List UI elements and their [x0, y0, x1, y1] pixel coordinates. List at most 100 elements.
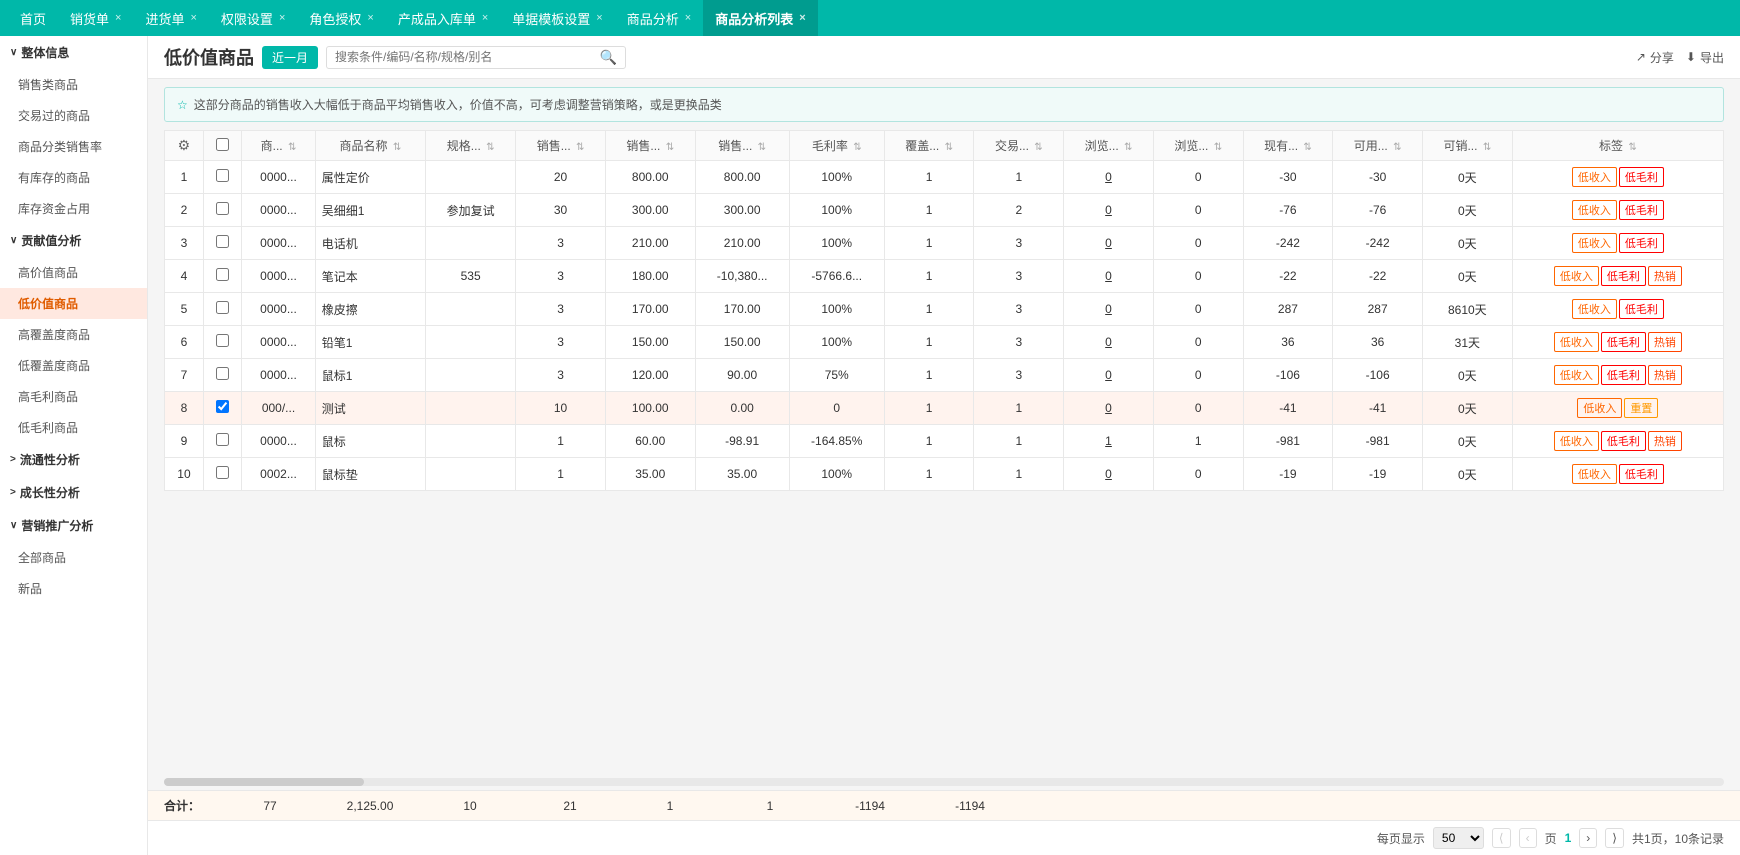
- nav-item-进货单[interactable]: 进货单×: [133, 0, 208, 36]
- nav-close-icon[interactable]: ×: [190, 12, 196, 24]
- cell-check[interactable]: [203, 194, 241, 227]
- nav-close-icon[interactable]: ×: [115, 12, 121, 24]
- page-prev-btn[interactable]: ‹: [1519, 828, 1537, 848]
- sidebar-item-高覆盖度商品[interactable]: 高覆盖度商品: [0, 319, 147, 350]
- cell-browse1[interactable]: 0: [1064, 458, 1154, 491]
- row-checkbox[interactable]: [216, 202, 229, 215]
- cell-check[interactable]: [203, 326, 241, 359]
- browse1-link[interactable]: 0: [1105, 203, 1112, 217]
- cell-check[interactable]: [203, 458, 241, 491]
- sidebar-item-交易过的商品[interactable]: 交易过的商品: [0, 100, 147, 131]
- browse1-link[interactable]: 0: [1105, 335, 1112, 349]
- sidebar-item-新品[interactable]: 新品: [0, 573, 147, 604]
- sidebar-item-全部商品[interactable]: 全部商品: [0, 542, 147, 573]
- settings-icon[interactable]: ⚙: [178, 137, 191, 153]
- table-row[interactable]: 5 0000... 橡皮擦 3 170.00 170.00 100% 1 3 0…: [165, 293, 1724, 326]
- table-row[interactable]: 3 0000... 电话机 3 210.00 210.00 100% 1 3 0…: [165, 227, 1724, 260]
- per-page-select[interactable]: 50 20 100: [1433, 827, 1484, 849]
- browse1-link[interactable]: 0: [1105, 170, 1112, 184]
- cell-browse1[interactable]: 0: [1064, 293, 1154, 326]
- page-first-btn[interactable]: ⟨: [1492, 828, 1511, 848]
- nav-close-icon[interactable]: ×: [685, 12, 691, 24]
- cell-browse1[interactable]: 0: [1064, 326, 1154, 359]
- horizontal-scrollbar[interactable]: [164, 778, 1724, 786]
- page-last-btn[interactable]: ⟩: [1605, 828, 1624, 848]
- col-settings[interactable]: ⚙: [165, 131, 204, 161]
- row-checkbox[interactable]: [216, 334, 229, 347]
- cell-check[interactable]: [203, 293, 241, 326]
- row-checkbox[interactable]: [216, 433, 229, 446]
- browse1-link[interactable]: 1: [1105, 434, 1112, 448]
- browse1-link[interactable]: 0: [1105, 467, 1112, 481]
- sidebar-item-库存资金占用[interactable]: 库存资金占用: [0, 193, 147, 224]
- nav-close-icon[interactable]: ×: [367, 12, 373, 24]
- sidebar-item-销售类商品[interactable]: 销售类商品: [0, 69, 147, 100]
- sidebar-item-低覆盖度商品[interactable]: 低覆盖度商品: [0, 350, 147, 381]
- nav-close-icon[interactable]: ×: [279, 12, 285, 24]
- cell-browse1[interactable]: 0: [1064, 227, 1154, 260]
- cell-check[interactable]: [203, 359, 241, 392]
- row-checkbox[interactable]: [216, 268, 229, 281]
- search-input[interactable]: [335, 50, 600, 64]
- table-row[interactable]: 6 0000... 铅笔1 3 150.00 150.00 100% 1 3 0…: [165, 326, 1724, 359]
- cell-browse1[interactable]: 0: [1064, 359, 1154, 392]
- search-icon[interactable]: 🔍: [600, 49, 617, 66]
- browse1-link[interactable]: 0: [1105, 236, 1112, 250]
- select-all-checkbox[interactable]: [216, 138, 229, 151]
- nav-item-首页[interactable]: 首页: [8, 0, 58, 36]
- row-checkbox[interactable]: [216, 367, 229, 380]
- cell-browse1[interactable]: 0: [1064, 260, 1154, 293]
- browse1-link[interactable]: 0: [1105, 269, 1112, 283]
- table-row[interactable]: 2 0000... 吴细细1 参加复试 30 300.00 300.00 100…: [165, 194, 1724, 227]
- cell-browse1[interactable]: 0: [1064, 392, 1154, 425]
- table-row[interactable]: 9 0000... 鼠标 1 60.00 -98.91 -164.85% 1 1…: [165, 425, 1724, 458]
- row-checkbox[interactable]: [216, 400, 229, 413]
- nav-close-icon[interactable]: ×: [482, 12, 488, 24]
- nav-item-商品分析列表[interactable]: 商品分析列表×: [703, 0, 817, 36]
- page-next-btn[interactable]: ›: [1579, 828, 1597, 848]
- nav-item-商品分析[interactable]: 商品分析×: [615, 0, 703, 36]
- nav-item-权限设置[interactable]: 权限设置×: [209, 0, 297, 36]
- nav-close-icon[interactable]: ×: [799, 12, 805, 24]
- sidebar-item-低毛利商品[interactable]: 低毛利商品: [0, 412, 147, 443]
- nav-item-角色授权[interactable]: 角色授权×: [297, 0, 385, 36]
- sidebar-group-营销推广分析[interactable]: ∨营销推广分析: [0, 509, 147, 542]
- sidebar-item-低价值商品[interactable]: 低价值商品: [0, 288, 147, 319]
- sidebar-item-商品分类销售率[interactable]: 商品分类销售率: [0, 131, 147, 162]
- sidebar-group-流通性分析[interactable]: >流通性分析: [0, 443, 147, 476]
- cell-browse1[interactable]: 0: [1064, 161, 1154, 194]
- sidebar-group-贡献值分析[interactable]: ∨贡献值分析: [0, 224, 147, 257]
- sidebar-item-有库存的商品[interactable]: 有库存的商品: [0, 162, 147, 193]
- cell-browse1[interactable]: 0: [1064, 194, 1154, 227]
- nav-close-icon[interactable]: ×: [596, 12, 602, 24]
- filter-recent-btn[interactable]: 近一月: [262, 46, 318, 69]
- table-row[interactable]: 10 0002... 鼠标垫 1 35.00 35.00 100% 1 1 0 …: [165, 458, 1724, 491]
- browse1-link[interactable]: 0: [1105, 401, 1112, 415]
- cell-check[interactable]: [203, 392, 241, 425]
- share-button[interactable]: ↗ 分享: [1636, 49, 1674, 66]
- row-checkbox[interactable]: [216, 169, 229, 182]
- cell-check[interactable]: [203, 425, 241, 458]
- sidebar-item-高价值商品[interactable]: 高价值商品: [0, 257, 147, 288]
- browse1-link[interactable]: 0: [1105, 302, 1112, 316]
- row-checkbox[interactable]: [216, 466, 229, 479]
- table-row[interactable]: 1 0000... 属性定价 20 800.00 800.00 100% 1 1…: [165, 161, 1724, 194]
- browse1-link[interactable]: 0: [1105, 368, 1112, 382]
- nav-item-产成品入库单[interactable]: 产成品入库单×: [386, 0, 500, 36]
- table-row[interactable]: 7 0000... 鼠标1 3 120.00 90.00 75% 1 3 0 0…: [165, 359, 1724, 392]
- cell-check[interactable]: [203, 161, 241, 194]
- scrollbar-thumb[interactable]: [164, 778, 364, 786]
- row-checkbox[interactable]: [216, 301, 229, 314]
- cell-check[interactable]: [203, 227, 241, 260]
- sidebar-group-整体信息[interactable]: ∨整体信息: [0, 36, 147, 69]
- nav-item-销货单[interactable]: 销货单×: [58, 0, 133, 36]
- table-row[interactable]: 8 000/... 测试 10 100.00 0.00 0 1 1 0 0 -4…: [165, 392, 1724, 425]
- table-row[interactable]: 4 0000... 笔记本 535 3 180.00 -10,380... -5…: [165, 260, 1724, 293]
- sidebar-item-高毛利商品[interactable]: 高毛利商品: [0, 381, 147, 412]
- row-checkbox[interactable]: [216, 235, 229, 248]
- nav-item-单据模板设置[interactable]: 单据模板设置×: [500, 0, 614, 36]
- export-button[interactable]: ⬇ 导出: [1686, 49, 1724, 66]
- sidebar-group-成长性分析[interactable]: >成长性分析: [0, 476, 147, 509]
- cell-browse1[interactable]: 1: [1064, 425, 1154, 458]
- cell-check[interactable]: [203, 260, 241, 293]
